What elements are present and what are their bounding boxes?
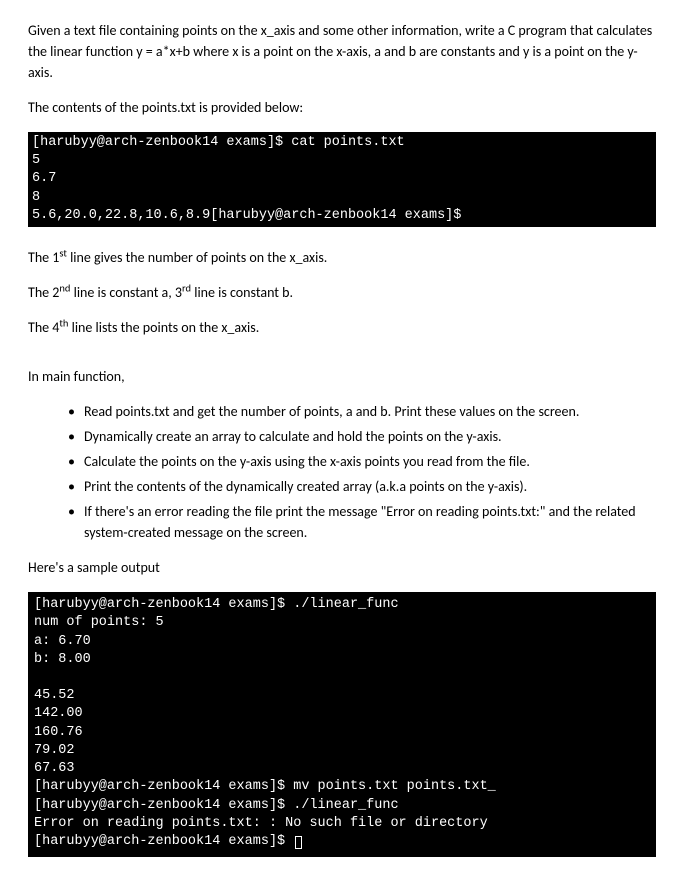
list-item: Dynamically create an array to calculate… [68,426,656,447]
desc2-post: line is constant b. [191,284,293,301]
intro-paragraph: Given a text file containing points on t… [28,20,656,83]
terminal-block-1: [harubyy@arch-zenbook14 exams]$ cat poin… [28,132,656,227]
term2-l13: Error on reading points.txt: : No such f… [34,816,488,831]
term1-line4: 8 [32,190,40,205]
term2-l11: [harubyy@arch-zenbook14 exams]$ mv point… [34,779,496,794]
list-item: Read points.txt and get the number of po… [68,401,656,422]
bullet-list: Read points.txt and get the number of po… [28,401,656,543]
term2-l10: 67.63 [34,761,75,776]
sample-output-label: Here's a sample output [28,557,656,578]
desc2-sup2: rd [182,281,191,294]
contents-label: The contents of the points.txt is provid… [28,97,656,118]
desc1-post: line gives the number of points on the x… [67,249,327,266]
cursor-icon [295,836,302,849]
term2-l3: a: 6.70 [34,634,91,649]
term2-l4: b: 8.00 [34,652,91,667]
term2-l7: 142.00 [34,706,83,721]
desc2-sup: nd [59,281,70,294]
term2-l6: 45.52 [34,688,75,703]
term2-l2: num of points: 5 [34,615,164,630]
terminal-block-2: [harubyy@arch-zenbook14 exams]$ ./linear… [28,592,656,857]
term1-line3: 6.7 [32,171,56,186]
desc3-post: line lists the points on the x_axis. [68,319,259,336]
term2-l1: [harubyy@arch-zenbook14 exams]$ ./linear… [34,597,399,612]
list-item: If there's an error reading the file pri… [68,501,656,543]
term1-line1: [harubyy@arch-zenbook14 exams]$ cat poin… [32,135,405,150]
list-item: Calculate the points on the y-axis using… [68,451,656,472]
term2-l14: [harubyy@arch-zenbook14 exams]$ [34,834,293,849]
term2-l8: 160.76 [34,725,83,740]
term2-l9: 79.02 [34,743,75,758]
term1-line5: 5.6,20.0,22.8,10.6,8.9[harubyy@arch-zenb… [32,208,461,223]
desc2-mid: line is constant a, 3 [70,284,182,301]
desc2-pre: The 2 [28,284,59,301]
desc-line-3: The 4th line lists the points on the x_a… [28,317,656,338]
desc-line-2: The 2nd line is constant a, 3rd line is … [28,282,656,303]
desc1-sup: st [59,246,67,259]
main-function-heading: In main function, [28,366,656,387]
desc3-pre: The 4 [28,319,59,336]
desc1-pre: The 1 [28,249,59,266]
term1-line2: 5 [32,153,40,168]
term2-l12: [harubyy@arch-zenbook14 exams]$ ./linear… [34,798,399,813]
desc-line-1: The 1st line gives the number of points … [28,247,656,268]
list-item: Print the contents of the dynamically cr… [68,476,656,497]
